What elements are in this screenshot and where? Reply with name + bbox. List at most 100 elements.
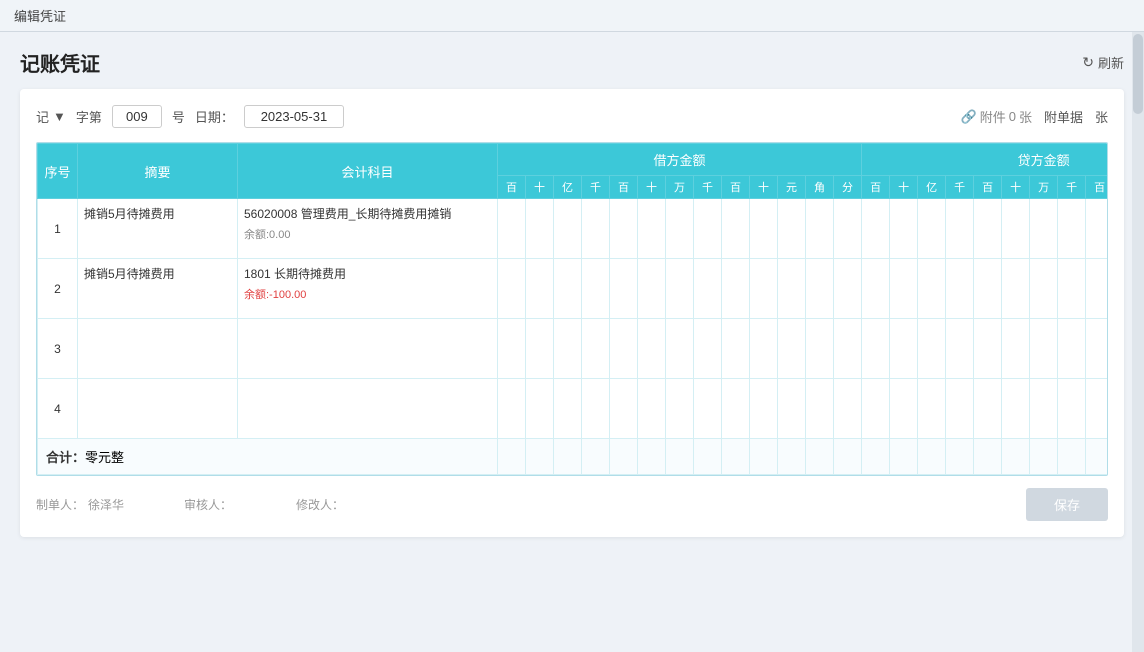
row1-digit-9[interactable] bbox=[750, 259, 778, 319]
row3-digit-12[interactable] bbox=[834, 379, 862, 439]
row3-digit-11[interactable] bbox=[806, 379, 834, 439]
row1-digit-18[interactable] bbox=[1002, 259, 1030, 319]
row2-digit-0[interactable] bbox=[498, 319, 526, 379]
row2-digit-5[interactable] bbox=[638, 319, 666, 379]
dropdown-icon[interactable]: ▼ bbox=[53, 109, 66, 124]
row-summary-3[interactable] bbox=[78, 379, 238, 439]
row1-digit-12[interactable] bbox=[834, 259, 862, 319]
row3-digit-21[interactable] bbox=[1086, 379, 1108, 439]
row2-digit-9[interactable] bbox=[750, 319, 778, 379]
attach-single-label[interactable]: 附单据 bbox=[1044, 107, 1083, 126]
row0-digit-6[interactable] bbox=[666, 199, 694, 259]
row3-digit-8[interactable] bbox=[722, 379, 750, 439]
row0-digit-16[interactable] bbox=[946, 199, 974, 259]
row1-digit-17[interactable] bbox=[974, 259, 1002, 319]
row2-digit-21[interactable] bbox=[1086, 319, 1108, 379]
row1-digit-19[interactable] bbox=[1030, 259, 1058, 319]
row3-digit-15[interactable] bbox=[918, 379, 946, 439]
row1-digit-6[interactable] bbox=[666, 259, 694, 319]
row1-digit-13[interactable] bbox=[862, 259, 890, 319]
row2-digit-7[interactable] bbox=[694, 319, 722, 379]
row1-digit-2[interactable] bbox=[554, 259, 582, 319]
row-subject-2[interactable] bbox=[238, 319, 498, 379]
row1-digit-8[interactable] bbox=[722, 259, 750, 319]
row2-digit-11[interactable] bbox=[806, 319, 834, 379]
save-button[interactable]: 保存 bbox=[1026, 488, 1108, 521]
row0-digit-8[interactable] bbox=[722, 199, 750, 259]
row3-digit-4[interactable] bbox=[610, 379, 638, 439]
row0-digit-20[interactable] bbox=[1058, 199, 1086, 259]
row0-digit-2[interactable] bbox=[554, 199, 582, 259]
row1-digit-14[interactable] bbox=[890, 259, 918, 319]
row3-digit-17[interactable] bbox=[974, 379, 1002, 439]
refresh-button[interactable]: ↻ 刷新 bbox=[1082, 53, 1124, 72]
row0-digit-1[interactable] bbox=[526, 199, 554, 259]
row1-digit-7[interactable] bbox=[694, 259, 722, 319]
row2-digit-13[interactable] bbox=[862, 319, 890, 379]
row3-digit-3[interactable] bbox=[582, 379, 610, 439]
row2-digit-15[interactable] bbox=[918, 319, 946, 379]
row1-digit-4[interactable] bbox=[610, 259, 638, 319]
row-subject-0[interactable]: 56020008 管理费用_长期待摊费用摊销余额:0.00 bbox=[238, 199, 498, 259]
row-summary-0[interactable]: 摊销5月待摊费用 bbox=[78, 199, 238, 259]
row3-digit-18[interactable] bbox=[1002, 379, 1030, 439]
row1-digit-16[interactable] bbox=[946, 259, 974, 319]
row1-digit-21[interactable] bbox=[1086, 259, 1108, 319]
row2-digit-1[interactable] bbox=[526, 319, 554, 379]
row2-digit-2[interactable] bbox=[554, 319, 582, 379]
row3-digit-5[interactable] bbox=[638, 379, 666, 439]
row2-digit-19[interactable] bbox=[1030, 319, 1058, 379]
row2-digit-4[interactable] bbox=[610, 319, 638, 379]
row0-digit-13[interactable] bbox=[862, 199, 890, 259]
row1-digit-0[interactable] bbox=[498, 259, 526, 319]
row1-digit-20[interactable] bbox=[1058, 259, 1086, 319]
row3-digit-9[interactable] bbox=[750, 379, 778, 439]
row1-digit-5[interactable] bbox=[638, 259, 666, 319]
row0-digit-11[interactable] bbox=[806, 199, 834, 259]
voucher-number-box[interactable]: 009 bbox=[112, 105, 162, 128]
scrollbar-thumb[interactable] bbox=[1133, 34, 1143, 114]
row2-digit-17[interactable] bbox=[974, 319, 1002, 379]
row1-digit-3[interactable] bbox=[582, 259, 610, 319]
row0-digit-12[interactable] bbox=[834, 199, 862, 259]
row2-digit-20[interactable] bbox=[1058, 319, 1086, 379]
row0-digit-17[interactable] bbox=[974, 199, 1002, 259]
row3-digit-14[interactable] bbox=[890, 379, 918, 439]
row3-digit-0[interactable] bbox=[498, 379, 526, 439]
row0-digit-4[interactable] bbox=[610, 199, 638, 259]
row3-digit-6[interactable] bbox=[666, 379, 694, 439]
row0-digit-10[interactable] bbox=[778, 199, 806, 259]
row2-digit-10[interactable] bbox=[778, 319, 806, 379]
row1-digit-11[interactable] bbox=[806, 259, 834, 319]
row2-digit-12[interactable] bbox=[834, 319, 862, 379]
row0-digit-3[interactable] bbox=[582, 199, 610, 259]
row-subject-1[interactable]: 1801 长期待摊费用余额:-100.00 bbox=[238, 259, 498, 319]
row0-digit-18[interactable] bbox=[1002, 199, 1030, 259]
row0-digit-9[interactable] bbox=[750, 199, 778, 259]
row-summary-1[interactable]: 摊销5月待摊费用 bbox=[78, 259, 238, 319]
row0-digit-21[interactable] bbox=[1086, 199, 1108, 259]
row2-digit-6[interactable] bbox=[666, 319, 694, 379]
row2-digit-18[interactable] bbox=[1002, 319, 1030, 379]
row0-digit-7[interactable] bbox=[694, 199, 722, 259]
row3-digit-20[interactable] bbox=[1058, 379, 1086, 439]
row3-digit-10[interactable] bbox=[778, 379, 806, 439]
row-summary-2[interactable] bbox=[78, 319, 238, 379]
row2-digit-3[interactable] bbox=[582, 319, 610, 379]
row1-digit-1[interactable] bbox=[526, 259, 554, 319]
row0-digit-15[interactable] bbox=[918, 199, 946, 259]
row3-digit-13[interactable] bbox=[862, 379, 890, 439]
row3-digit-1[interactable] bbox=[526, 379, 554, 439]
row3-digit-2[interactable] bbox=[554, 379, 582, 439]
row-subject-3[interactable] bbox=[238, 379, 498, 439]
row0-digit-0[interactable] bbox=[498, 199, 526, 259]
row1-digit-15[interactable] bbox=[918, 259, 946, 319]
row3-digit-7[interactable] bbox=[694, 379, 722, 439]
row2-digit-8[interactable] bbox=[722, 319, 750, 379]
attach-link[interactable]: 🔗 附件 0 张 bbox=[961, 107, 1032, 126]
row2-digit-16[interactable] bbox=[946, 319, 974, 379]
row0-digit-19[interactable] bbox=[1030, 199, 1058, 259]
row3-digit-19[interactable] bbox=[1030, 379, 1058, 439]
row0-digit-14[interactable] bbox=[890, 199, 918, 259]
voucher-date-box[interactable]: 2023-05-31 bbox=[244, 105, 344, 128]
